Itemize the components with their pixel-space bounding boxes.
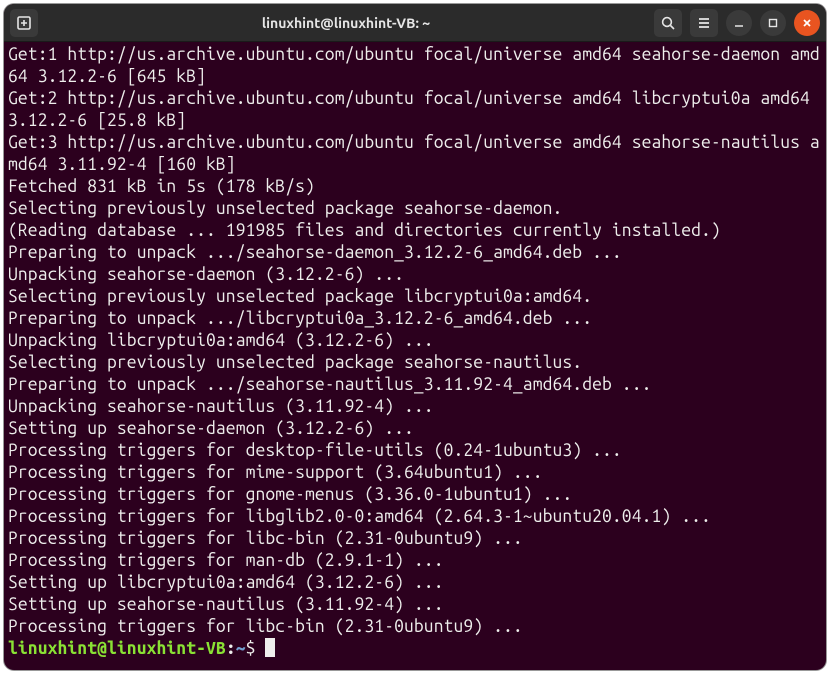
terminal-line: Unpacking libcryptui0a:amd64 (3.12.2-6) … — [8, 330, 822, 352]
cursor — [265, 638, 275, 657]
maximize-button[interactable] — [760, 10, 786, 36]
terminal-line: Setting up seahorse-daemon (3.12.2-6) ..… — [8, 418, 822, 440]
hamburger-icon — [696, 15, 712, 31]
prompt-line: linuxhint@linuxhint-VB:~$ — [8, 638, 822, 660]
terminal-line: Processing triggers for libc-bin (2.31-0… — [8, 528, 822, 550]
menu-button[interactable] — [690, 9, 718, 37]
titlebar-left-controls — [10, 9, 38, 37]
terminal-line: Unpacking seahorse-daemon (3.12.2-6) ... — [8, 264, 822, 286]
prompt-user-host: linuxhint@linuxhint-VB — [8, 639, 226, 658]
close-icon — [801, 17, 813, 29]
terminal-line: Selecting previously unselected package … — [8, 352, 822, 374]
prompt-separator: : — [226, 639, 236, 658]
terminal-line: Preparing to unpack .../libcryptui0a_3.1… — [8, 308, 822, 330]
titlebar-right-controls — [654, 9, 820, 37]
terminal-line: Get:2 http://us.archive.ubuntu.com/ubunt… — [8, 88, 822, 132]
terminal-line: Preparing to unpack .../seahorse-daemon_… — [8, 242, 822, 264]
window-title: linuxhint@linuxhint-VB: ~ — [38, 15, 654, 31]
titlebar: linuxhint@linuxhint-VB: ~ — [4, 4, 826, 42]
terminal-window: linuxhint@linuxhint-VB: ~ — [4, 4, 826, 670]
terminal-line: Processing triggers for mime-support (3.… — [8, 462, 822, 484]
terminal-line: Preparing to unpack .../seahorse-nautilu… — [8, 374, 822, 396]
minimize-icon — [733, 17, 745, 29]
terminal-line: Processing triggers for libc-bin (2.31-0… — [8, 616, 822, 638]
terminal-line: Get:1 http://us.archive.ubuntu.com/ubunt… — [8, 44, 822, 88]
search-icon — [660, 15, 676, 31]
prompt-dollar: $ — [246, 639, 266, 658]
terminal-line: Selecting previously unselected package … — [8, 198, 822, 220]
terminal-line: (Reading database ... 191985 files and d… — [8, 220, 822, 242]
terminal-line: Processing triggers for libglib2.0-0:amd… — [8, 506, 822, 528]
terminal-line: Fetched 831 kB in 5s (178 kB/s) — [8, 176, 822, 198]
terminal-line: Processing triggers for man-db (2.9.1-1)… — [8, 550, 822, 572]
terminal-line: Get:3 http://us.archive.ubuntu.com/ubunt… — [8, 132, 822, 176]
terminal-output[interactable]: Get:1 http://us.archive.ubuntu.com/ubunt… — [4, 42, 826, 670]
terminal-line: Setting up seahorse-nautilus (3.11.92-4)… — [8, 594, 822, 616]
terminal-line: Processing triggers for desktop-file-uti… — [8, 440, 822, 462]
maximize-icon — [767, 17, 779, 29]
close-button[interactable] — [794, 10, 820, 36]
prompt-path: ~ — [236, 639, 246, 658]
terminal-line: Processing triggers for gnome-menus (3.3… — [8, 484, 822, 506]
new-tab-icon — [16, 15, 32, 31]
terminal-line: Selecting previously unselected package … — [8, 286, 822, 308]
terminal-line: Setting up libcryptui0a:amd64 (3.12.2-6)… — [8, 572, 822, 594]
new-tab-button[interactable] — [10, 9, 38, 37]
search-button[interactable] — [654, 9, 682, 37]
terminal-line: Unpacking seahorse-nautilus (3.11.92-4) … — [8, 396, 822, 418]
minimize-button[interactable] — [726, 10, 752, 36]
